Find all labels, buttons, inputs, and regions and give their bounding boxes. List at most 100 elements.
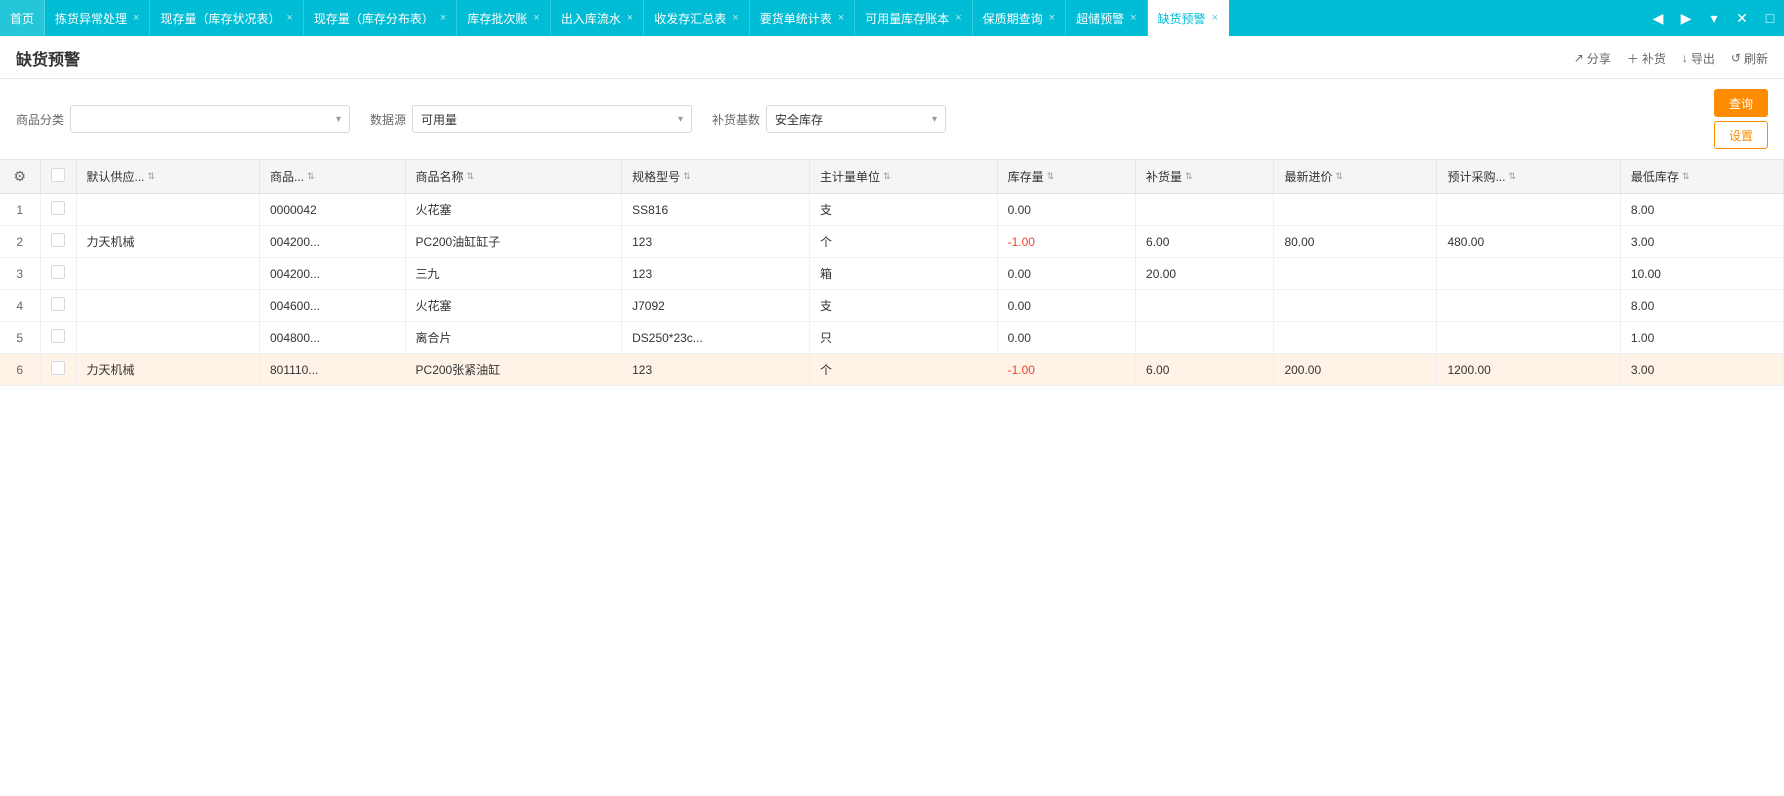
row-checkbox[interactable] [51,329,65,343]
row-checkbox[interactable] [51,201,65,215]
col-product-code-sort[interactable]: 商品... ⇅ [270,168,395,185]
col-product-name-sort[interactable]: 商品名称 ⇅ [416,168,612,185]
cell-product-name: 离合片 [405,322,622,354]
row-checkbox[interactable] [51,297,65,311]
tab-close-req-stat[interactable]: × [838,12,844,24]
cell-checkbox[interactable] [40,258,76,290]
tab-close-recv-summary[interactable]: × [732,12,738,24]
datasource-select[interactable]: 可用量 ▾ [412,105,692,133]
tab-label-home: 首页 [10,10,34,27]
tab-close-exception[interactable]: × [133,12,139,24]
tab-next-btn[interactable]: ▶ [1672,0,1700,36]
cell-row-no: 2 [0,226,40,258]
tab-close-inventory-dist[interactable]: × [440,12,446,24]
tab-close-inventory-status[interactable]: × [286,12,292,24]
query-button[interactable]: 查询 [1714,89,1768,117]
tab-close-expiry-query[interactable]: × [1049,12,1055,24]
cell-min-stock: 8.00 [1620,194,1783,226]
col-replenish-qty-sort[interactable]: 补货量 ⇅ [1146,168,1263,185]
col-est-purchase: 预计采购... ⇅ [1437,160,1620,194]
tab-inventory-dist[interactable]: 现存量（库存分布表）× [304,0,457,36]
share-link[interactable]: ↗ 分享 [1574,50,1611,67]
col-spec-sort[interactable]: 规格型号 ⇅ [632,168,799,185]
row-checkbox[interactable] [51,233,65,247]
col-product-name-sort-icon: ⇅ [467,171,475,182]
cell-unit: 个 [810,226,998,258]
replenish-label: 补货 [1642,50,1666,67]
tab-overstock[interactable]: 超储预警× [1066,0,1147,36]
cell-stock: 0.00 [997,290,1135,322]
tab-menu-btn[interactable]: ▾ [1700,0,1728,36]
category-select[interactable]: ▾ [70,105,350,133]
col-latest-price-sort[interactable]: 最新进价 ⇅ [1284,168,1426,185]
cell-row-no: 1 [0,194,40,226]
cell-spec: 123 [622,226,810,258]
filter-row: 商品分类 ▾ 数据源 可用量 ▾ 补货基数 安全库存 ▾ 查询 设置 [0,79,1784,160]
tab-exception[interactable]: 拣货异常处理× [45,0,150,36]
tab-inventory-status[interactable]: 现存量（库存状况表）× [150,0,303,36]
tab-available-ledger[interactable]: 可用量库存账本× [855,0,972,36]
tab-shortage[interactable]: 缺货预警× [1148,0,1229,36]
tab-label-recv-summary: 收发存汇总表 [654,10,726,27]
col-checkbox[interactable] [40,160,76,194]
settings-icon[interactable]: ⚙ [13,168,26,185]
col-unit-sort[interactable]: 主计量单位 ⇅ [820,168,987,185]
cell-checkbox[interactable] [40,226,76,258]
cell-min-stock: 10.00 [1620,258,1783,290]
cell-unit: 支 [810,290,998,322]
tab-close-overstock[interactable]: × [1130,12,1136,24]
tab-maximize-btn[interactable]: □ [1756,0,1784,36]
refresh-link[interactable]: ↺ 刷新 [1731,50,1768,67]
col-supplier-sort[interactable]: 默认供应... ⇅ [87,168,249,185]
cell-supplier [76,322,259,354]
col-min-stock-sort[interactable]: 最低库存 ⇅ [1631,168,1773,185]
tab-prev-btn[interactable]: ◀ [1644,0,1672,36]
tab-expiry-query[interactable]: 保质期查询× [973,0,1066,36]
cell-product-code: 004800... [259,322,405,354]
col-est-purchase-sort[interactable]: 预计采购... ⇅ [1447,168,1609,185]
select-all-checkbox[interactable] [51,168,65,182]
col-unit: 主计量单位 ⇅ [810,160,998,194]
tab-close-all-btn[interactable]: ✕ [1728,0,1756,36]
tab-close-shortage[interactable]: × [1212,12,1218,24]
cell-spec: 123 [622,258,810,290]
table-row: 5004800...离合片DS250*23c...只0.001.00 [0,322,1784,354]
category-filter-group: 商品分类 ▾ [16,105,350,133]
tab-home[interactable]: 首页 [0,0,45,36]
col-unit-label: 主计量单位 [820,168,880,185]
cell-supplier [76,194,259,226]
cell-latest-price [1274,322,1437,354]
cell-checkbox[interactable] [40,322,76,354]
cell-checkbox[interactable] [40,194,76,226]
replenish-base-select[interactable]: 安全库存 ▾ [766,105,946,133]
tab-recv-summary[interactable]: 收发存汇总表 × [644,0,749,36]
cell-unit: 支 [810,194,998,226]
tab-label-batch-account: 库存批次账 [467,10,527,27]
tab-close-available-ledger[interactable]: × [955,12,961,24]
col-settings[interactable]: ⚙ [0,160,40,194]
tab-close-batch-account[interactable]: × [533,12,539,24]
cell-stock: 0.00 [997,194,1135,226]
replenish-link[interactable]: ＋ 补货 [1627,50,1666,67]
cell-checkbox[interactable] [40,290,76,322]
col-stock-sort[interactable]: 库存量 ⇅ [1008,168,1125,185]
table-header-row: ⚙ 默认供应... ⇅ 商品... [0,160,1784,194]
cell-checkbox[interactable] [40,354,76,386]
cell-replenish-qty [1136,194,1274,226]
cell-unit: 只 [810,322,998,354]
settings-button[interactable]: 设置 [1714,121,1768,149]
tab-inout-flow[interactable]: 出入库流水× [551,0,644,36]
export-label: 导出 [1691,50,1715,67]
col-spec: 规格型号 ⇅ [622,160,810,194]
export-link[interactable]: ↓ 导出 [1682,50,1715,67]
tab-batch-account[interactable]: 库存批次账 × [457,0,550,36]
category-dropdown-arrow-icon: ▾ [336,114,341,125]
tab-close-inout-flow[interactable]: × [627,12,633,24]
row-checkbox[interactable] [51,361,65,375]
cell-latest-price [1274,290,1437,322]
table-row: 3004200...三九123箱0.0020.0010.00 [0,258,1784,290]
row-checkbox[interactable] [51,265,65,279]
col-min-stock: 最低库存 ⇅ [1620,160,1783,194]
refresh-label: 刷新 [1744,50,1768,67]
tab-req-stat[interactable]: 要货单统计表× [750,0,855,36]
